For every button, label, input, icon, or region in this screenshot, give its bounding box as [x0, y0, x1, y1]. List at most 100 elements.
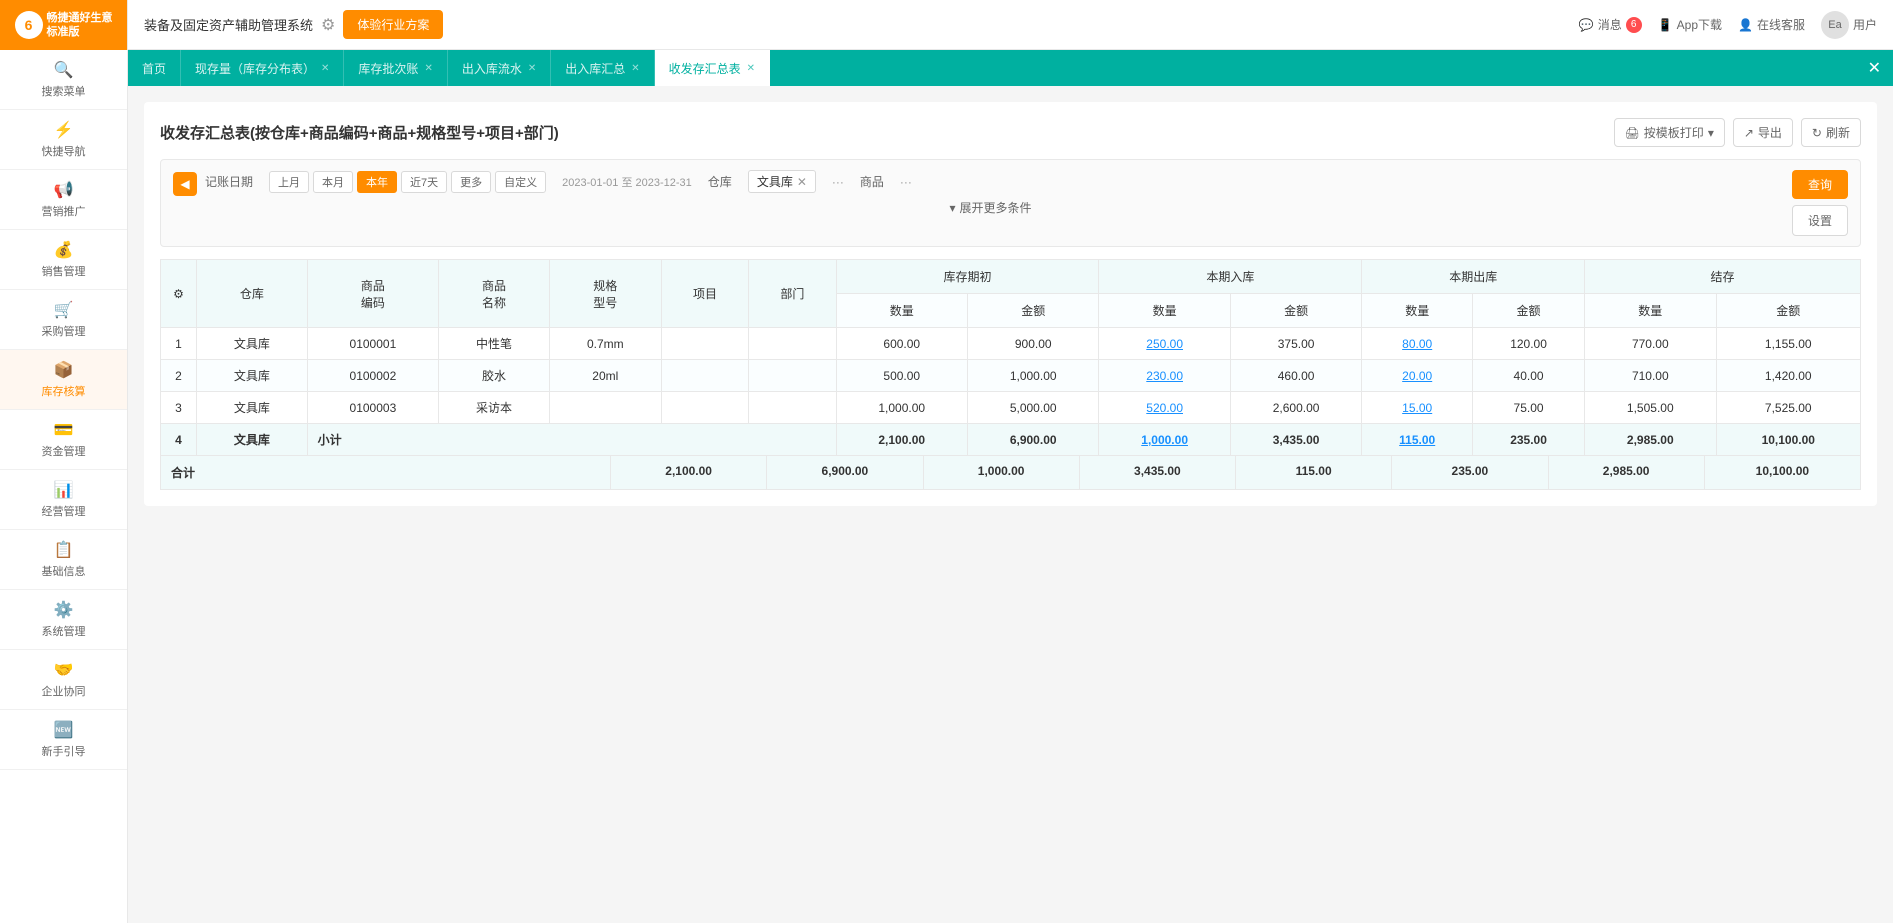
tab-inout-summary-close[interactable]: ✕: [631, 63, 639, 74]
trial-button[interactable]: 体验行业方案: [343, 10, 443, 39]
row-in-qty-0[interactable]: 250.00: [1099, 328, 1230, 360]
tab-recv-send-summary[interactable]: 收发存汇总表 ✕: [655, 50, 770, 86]
sub-label: 小计: [307, 424, 836, 456]
filter-row-1: 记账日期 上月 本月 本年 近7天 更多 自定义 2023-01-01 至 20…: [205, 170, 1776, 193]
table-open-amt-header: 金额: [967, 294, 1098, 328]
row-out-qty-0[interactable]: 80.00: [1362, 328, 1473, 360]
print-label: 按模板打印: [1644, 124, 1704, 141]
footer-in-amt: 3,435.00: [1080, 456, 1236, 489]
tab-inventory-dist[interactable]: 现存量（库存分布表） ✕: [181, 50, 344, 86]
row-no-2: 3: [161, 392, 197, 424]
sidebar-item-8[interactable]: 📋基础信息: [0, 530, 127, 590]
tabbar: 首页 现存量（库存分布表） ✕ 库存批次账 ✕ 出入库流水 ✕ 出入库汇总 ✕ …: [128, 50, 1893, 86]
topbar-left: 装备及固定资产辅助管理系统 ⚙ 体验行业方案: [144, 10, 443, 39]
table-out-amt-header: 金额: [1473, 294, 1585, 328]
row-bal-amt-1: 1,420.00: [1716, 360, 1860, 392]
row-open-amt-2: 5,000.00: [967, 392, 1098, 424]
sidebar-icon-4: 🛒: [54, 300, 74, 320]
table-gear-header[interactable]: ⚙: [161, 260, 197, 328]
row-project-1: [661, 360, 748, 392]
row-warehouse-1: 文具库: [197, 360, 308, 392]
sidebar-label-0: 搜索菜单: [42, 83, 86, 99]
table-footer: 合计 2,100.00 6,900.00 1,000.00 3,435.00 1…: [160, 456, 1861, 490]
sidebar-item-1[interactable]: ⚡快捷导航: [0, 110, 127, 170]
table-row: 3 文具库 0100003 采访本 1,000.00 5,000.00 520.…: [161, 392, 1861, 424]
row-no-1: 2: [161, 360, 197, 392]
sub-out-qty[interactable]: 115.00: [1362, 424, 1473, 456]
goods-label: 商品: [860, 173, 884, 190]
sidebar-icon-1: ⚡: [54, 120, 74, 140]
date-btn-more[interactable]: 更多: [451, 171, 491, 193]
tab-inventory-dist-close[interactable]: ✕: [321, 63, 329, 74]
sidebar-label-11: 新手引导: [42, 743, 86, 759]
sub-in-qty[interactable]: 1,000.00: [1099, 424, 1230, 456]
sidebar-item-11[interactable]: 🆕新手引导: [0, 710, 127, 770]
filter-area: ◀ 记账日期 上月 本月 本年 近7天 更多 自定义: [160, 159, 1861, 247]
app-download-item[interactable]: 📱 App下载: [1658, 16, 1722, 33]
table-wrapper: ⚙ 仓库 商品编码 商品名称 规格型号 项目 部门 库存期初 本期入库 本期出库: [160, 259, 1861, 456]
notification-badge: 6: [1626, 17, 1642, 33]
print-button[interactable]: 🖨 按模板打印 ▾: [1614, 118, 1725, 147]
settings-button[interactable]: 设置: [1792, 205, 1848, 236]
row-bal-qty-2: 1,505.00: [1585, 392, 1716, 424]
tab-inout-flow[interactable]: 出入库流水 ✕: [448, 50, 551, 86]
sidebar-item-10[interactable]: 🤝企业协同: [0, 650, 127, 710]
table-opening-header: 库存期初: [836, 260, 1099, 294]
tab-home[interactable]: 首页: [128, 50, 181, 86]
sidebar-item-3[interactable]: 💰销售管理: [0, 230, 127, 290]
sidebar-item-2[interactable]: 📢营销推广: [0, 170, 127, 230]
row-in-qty-1[interactable]: 230.00: [1099, 360, 1230, 392]
sidebar-item-9[interactable]: ⚙️系统管理: [0, 590, 127, 650]
sidebar-item-4[interactable]: 🛒采购管理: [0, 290, 127, 350]
sidebar-item-7[interactable]: 📊经营管理: [0, 470, 127, 530]
notification-item[interactable]: 💬 消息 6: [1579, 16, 1642, 33]
filter-collapse-btn[interactable]: ◀: [173, 172, 197, 196]
footer-in-qty: 1,000.00: [924, 456, 1080, 489]
row-open-amt-0: 900.00: [967, 328, 1098, 360]
tab-inout-summary[interactable]: 出入库汇总 ✕: [551, 50, 654, 86]
settings-icon[interactable]: ⚙: [321, 15, 335, 35]
table-name-header: 商品名称: [439, 260, 550, 328]
tab-batch[interactable]: 库存批次账 ✕: [344, 50, 447, 86]
row-out-qty-2[interactable]: 15.00: [1362, 392, 1473, 424]
system-title: 装备及固定资产辅助管理系统: [144, 15, 313, 34]
tab-inout-summary-label: 出入库汇总: [565, 60, 625, 77]
goods-more-options[interactable]: ···: [900, 175, 912, 189]
warehouse-more-options[interactable]: ···: [832, 175, 844, 189]
date-btn-7days[interactable]: 近7天: [401, 171, 447, 193]
row-in-amt-1: 460.00: [1230, 360, 1361, 392]
close-all-tabs[interactable]: ✕: [1856, 58, 1893, 78]
sidebar-label-8: 基础信息: [42, 563, 86, 579]
date-btn-custom[interactable]: 自定义: [495, 171, 546, 193]
export-label: 导出: [1758, 124, 1782, 141]
expand-label: 展开更多条件: [960, 199, 1032, 216]
tab-batch-close[interactable]: ✕: [424, 63, 432, 74]
sidebar-item-0[interactable]: 🔍搜索菜单: [0, 50, 127, 110]
expand-btn[interactable]: ▾ 展开更多条件: [949, 199, 1031, 216]
user-item[interactable]: Ea 用户: [1821, 11, 1877, 39]
row-out-qty-1[interactable]: 20.00: [1362, 360, 1473, 392]
sidebar-label-2: 营销推广: [42, 203, 86, 219]
query-button[interactable]: 查询: [1792, 170, 1848, 199]
row-code-0: 0100001: [307, 328, 438, 360]
row-no-0: 1: [161, 328, 197, 360]
sidebar: 6 畅捷通好生意 标准版 🔍搜索菜单⚡快捷导航📢营销推广💰销售管理🛒采购管理📦库…: [0, 0, 128, 923]
row-in-qty-2[interactable]: 520.00: [1099, 392, 1230, 424]
sidebar-item-5[interactable]: 📦库存核算: [0, 350, 127, 410]
refresh-button[interactable]: ↻ 刷新: [1801, 118, 1861, 147]
date-btn-this-year[interactable]: 本年: [357, 171, 397, 193]
warehouse-tag[interactable]: 文具库 ✕: [748, 170, 816, 193]
row-dept-1: [749, 360, 836, 392]
sidebar-item-6[interactable]: 💳资金管理: [0, 410, 127, 470]
online-service-item[interactable]: 👤 在线客服: [1738, 16, 1805, 33]
filter-actions: 查询 设置: [1792, 170, 1848, 236]
export-button[interactable]: ↗ 导出: [1733, 118, 1793, 147]
tab-inventory-dist-label: 现存量（库存分布表）: [195, 60, 315, 77]
date-btn-last-month[interactable]: 上月: [269, 171, 309, 193]
tab-inout-flow-close[interactable]: ✕: [528, 63, 536, 74]
print-icon: 🖨: [1625, 126, 1640, 140]
date-btn-this-month[interactable]: 本月: [313, 171, 353, 193]
page-title: 收发存汇总表(按仓库+商品编码+商品+规格型号+项目+部门): [160, 122, 559, 143]
warehouse-tag-remove[interactable]: ✕: [797, 175, 807, 189]
tab-recv-send-close[interactable]: ✕: [747, 63, 755, 74]
